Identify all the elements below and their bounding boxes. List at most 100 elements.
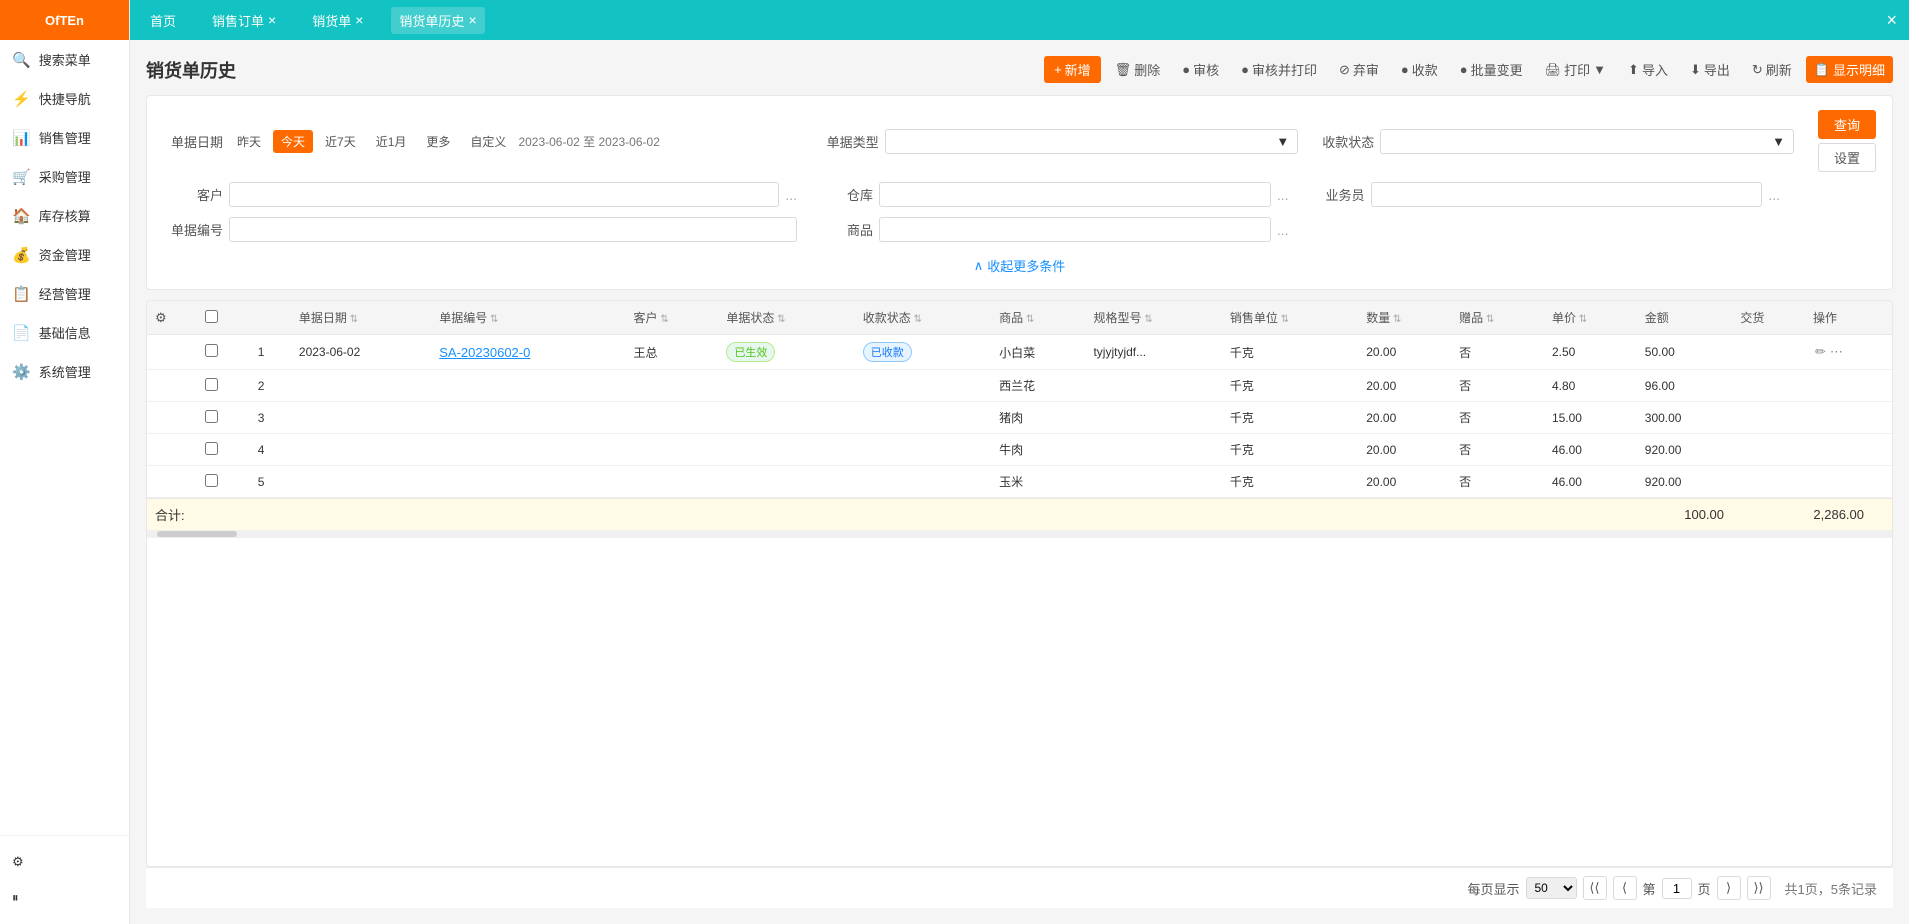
table-header-row: ⚙ 单据日期 单据编号 客户 单据状态 收款状态 商品 规格型号 销售单位 [147, 301, 1892, 335]
query-button[interactable]: 查询 [1818, 110, 1876, 139]
collect-status-select[interactable]: ▼ [1380, 129, 1794, 154]
cell-goods: 玉米 [991, 466, 1085, 498]
more-icon[interactable]: ⋯ [1830, 344, 1843, 359]
footer-total-amount: 2,286.00 [1764, 507, 1884, 522]
add-button[interactable]: + 新增 [1044, 56, 1101, 83]
nav-sales-delivery[interactable]: 销货单 × [304, 7, 371, 34]
doc-no-link[interactable]: SA-20230602-0 [439, 345, 530, 360]
staff-dots[interactable]: ... [1768, 187, 1780, 203]
th-doc-status[interactable]: 单据状态 [718, 301, 854, 335]
sidebar-item-basic-info[interactable]: 📄 基础信息 [0, 313, 129, 352]
cell-doc-status [718, 370, 854, 402]
row-checkbox[interactable] [205, 410, 218, 423]
customer-label: 客户 [163, 185, 223, 204]
cell-gift: 否 [1451, 466, 1544, 498]
date-range-text: 2023-06-02 至 2023-06-02 [518, 133, 659, 150]
date-chip-more[interactable]: 更多 [418, 130, 458, 153]
table-settings-icon[interactable]: ⚙ [155, 310, 167, 325]
cell-unit: 千克 [1222, 466, 1358, 498]
orderno-input[interactable] [229, 217, 797, 242]
th-goods[interactable]: 商品 [991, 301, 1085, 335]
refresh-button[interactable]: ↻ 刷新 [1744, 56, 1800, 83]
sidebar-item-system-mgmt[interactable]: ⚙️ 系统管理 [0, 352, 129, 391]
nav-sales-history[interactable]: 销货单历史 × [391, 7, 484, 34]
page-prev-btn[interactable]: ⟨ [1613, 876, 1637, 900]
cell-qty: 20.00 [1358, 402, 1451, 434]
customer-dots[interactable]: ... [785, 187, 797, 203]
table-scroll-bar[interactable] [147, 530, 1892, 538]
select-all-checkbox[interactable] [205, 310, 218, 323]
sidebar-bottom-item2[interactable]: ⏸ [0, 880, 129, 916]
discard-button[interactable]: ⊘ 弃审 [1331, 56, 1387, 83]
delete-button[interactable]: 🗑 删除 [1107, 56, 1169, 83]
search-menu-icon: 🔍 [12, 51, 31, 69]
type-select[interactable]: ▼ [885, 129, 1299, 154]
page-next-btn[interactable]: ⟩ [1717, 876, 1741, 900]
edit-icon[interactable]: ✏ [1815, 344, 1826, 359]
th-doc-date[interactable]: 单据日期 [291, 301, 431, 335]
page-last-btn[interactable]: ⟩⟩ [1747, 876, 1771, 900]
table-row: 1 2023-06-02 SA-20230602-0 王总 已生效 已收款 小白… [147, 335, 1892, 370]
print-button[interactable]: 🖨 打印 ▼ [1537, 56, 1614, 83]
nav-sales-order-close[interactable]: × [268, 12, 276, 28]
date-chip-custom[interactable]: 自定义 [462, 130, 514, 153]
sidebar-item-inventory[interactable]: 🏠 库存核算 [0, 196, 129, 235]
th-unit[interactable]: 销售单位 [1222, 301, 1358, 335]
nav-sales-order[interactable]: 销售订单 × [204, 7, 284, 34]
sidebar-item-purchase-mgmt[interactable]: 🛒 采购管理 [0, 157, 129, 196]
date-chip-today[interactable]: 今天 [273, 130, 313, 153]
staff-input[interactable] [1371, 182, 1763, 207]
sidebar-bottom-item1[interactable]: ⚙ [0, 844, 129, 880]
goods-dots[interactable]: ... [1277, 222, 1289, 238]
th-customer[interactable]: 客户 [626, 301, 719, 335]
filter-collect-status-field: 收款状态 ▼ [1314, 129, 1794, 154]
row-checkbox[interactable] [205, 474, 218, 487]
row-checkbox[interactable] [205, 378, 218, 391]
print-dropdown-icon: ▼ [1593, 62, 1606, 77]
collect-button[interactable]: ● 收款 [1393, 56, 1446, 83]
cell-doc-date [291, 466, 431, 498]
table-container: ⚙ 单据日期 单据编号 客户 单据状态 收款状态 商品 规格型号 销售单位 [146, 300, 1893, 867]
cell-settings [147, 402, 197, 434]
page-num-input[interactable] [1662, 878, 1692, 899]
sidebar-item-search-menu[interactable]: 🔍 搜索菜单 [0, 40, 129, 79]
date-chip-yesterday[interactable]: 昨天 [229, 130, 269, 153]
date-chip-7days[interactable]: 近7天 [317, 130, 364, 153]
sidebar-item-sales-mgmt[interactable]: 📊 销售管理 [0, 118, 129, 157]
goods-input[interactable] [879, 217, 1271, 242]
warehouse-input[interactable] [879, 182, 1271, 207]
sidebar-item-quick-nav[interactable]: ⚡ 快捷导航 [0, 79, 129, 118]
th-doc-no[interactable]: 单据编号 [431, 301, 625, 335]
nav-close-all[interactable]: × [1886, 10, 1897, 31]
page-first-btn[interactable]: ⟨⟨ [1583, 876, 1607, 900]
date-chip-1month[interactable]: 近1月 [368, 130, 415, 153]
warehouse-dots[interactable]: ... [1277, 187, 1289, 203]
cell-amount: 96.00 [1637, 370, 1733, 402]
nav-sales-history-close[interactable]: × [468, 12, 476, 28]
table-row: 5 玉米 千克 20.00 否 46.00 920.00 [147, 466, 1892, 498]
nav-home[interactable]: 首页 [142, 7, 184, 34]
th-settings[interactable]: ⚙ [147, 301, 197, 335]
sidebar-item-finance[interactable]: 💰 资金管理 [0, 235, 129, 274]
th-qty[interactable]: 数量 [1358, 301, 1451, 335]
th-spec[interactable]: 规格型号 [1085, 301, 1221, 335]
nav-sales-delivery-close[interactable]: × [355, 12, 363, 28]
audit-print-button[interactable]: ● 审核并打印 [1233, 56, 1325, 83]
show-detail-button[interactable]: 📋 显示明细 [1806, 56, 1893, 83]
audit-button[interactable]: ● 审核 [1174, 56, 1227, 83]
row-checkbox[interactable] [205, 442, 218, 455]
sidebar-item-operations[interactable]: 📋 经营管理 [0, 274, 129, 313]
collapse-btn[interactable]: ∧ 收起更多条件 [163, 252, 1876, 283]
page-size-select[interactable]: 50 100 200 [1526, 877, 1577, 899]
export-button[interactable]: ⬇ 导出 [1682, 56, 1738, 83]
th-collect-status[interactable]: 收款状态 [855, 301, 991, 335]
th-gift[interactable]: 赠品 [1451, 301, 1544, 335]
customer-input[interactable] [229, 182, 779, 207]
th-price[interactable]: 单价 [1544, 301, 1637, 335]
cell-checkbox [197, 335, 250, 370]
scroll-thumb[interactable] [157, 531, 237, 537]
import-button[interactable]: ⬆ 导入 [1620, 56, 1676, 83]
batch-change-button[interactable]: ● 批量变更 [1452, 56, 1531, 83]
settings-button[interactable]: 设置 [1818, 143, 1876, 172]
row-checkbox[interactable] [205, 344, 218, 357]
